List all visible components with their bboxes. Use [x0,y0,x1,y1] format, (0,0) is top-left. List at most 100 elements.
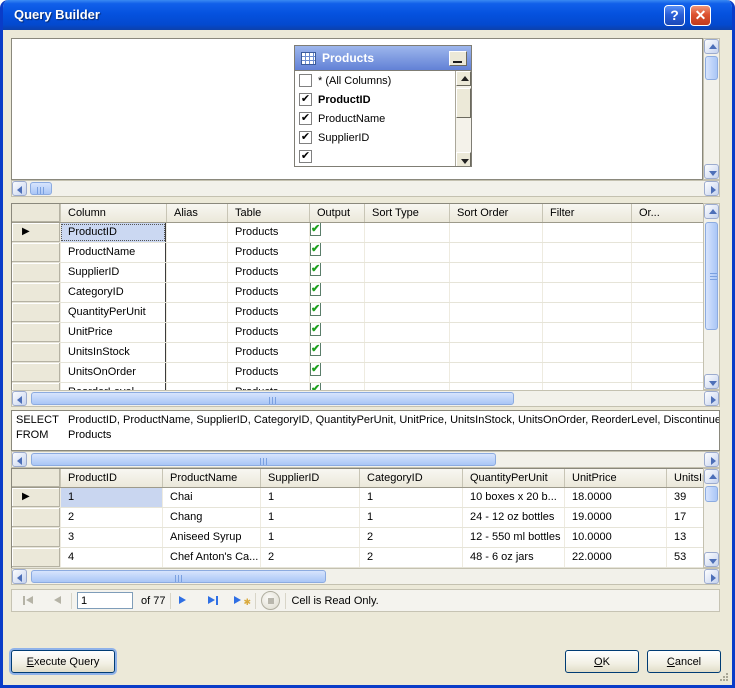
cell-table[interactable]: Products [227,243,309,262]
output-checkbox[interactable]: ✔ [310,223,321,236]
scroll-right-icon[interactable] [704,452,719,467]
cell-column[interactable]: UnitsInStock [60,343,166,362]
alias-header[interactable]: Alias [166,204,227,222]
results-vertical-scrollbar[interactable] [703,468,720,568]
cell[interactable]: 18.0000 [564,488,666,507]
output-checkbox[interactable]: ✔ [310,243,321,256]
column-header[interactable]: Column [60,204,166,222]
cell[interactable]: 1 [260,528,359,547]
row-selector[interactable] [12,363,60,382]
cell-filter[interactable] [542,343,631,362]
output-checkbox[interactable]: ✔ [310,363,321,376]
filter-header[interactable]: Filter [542,204,631,222]
cell[interactable]: 1 [359,488,462,507]
cell[interactable]: 19.0000 [564,508,666,527]
field-row-productname[interactable]: ✔ ProductName [295,109,471,128]
field-row-productid[interactable]: ✔ ProductID [295,90,471,109]
scroll-down-icon[interactable] [704,164,719,179]
sql-horizontal-scrollbar[interactable] [11,451,720,468]
cell-output[interactable]: ✔ [309,263,364,282]
cell[interactable]: 1 [60,488,162,507]
cell-output[interactable]: ✔ [309,303,364,322]
cell-filter[interactable] [542,303,631,322]
grid-row[interactable]: CategoryID Products ✔ [12,283,719,303]
cell-sort-type[interactable] [364,343,449,362]
checkbox-productid[interactable]: ✔ [299,93,312,106]
cell[interactable]: 22.0000 [564,548,666,567]
cell-alias[interactable] [166,343,227,362]
productid-header[interactable]: ProductID [60,469,162,487]
cell-filter[interactable] [542,263,631,282]
cell-sort-order[interactable] [449,223,542,242]
move-next-button[interactable] [176,593,192,609]
scroll-left-icon[interactable] [12,569,27,584]
checkbox-supplierid[interactable]: ✔ [299,131,312,144]
diagram-pane[interactable]: Products * (All Columns) ✔ ProductID ✔ P… [11,38,703,180]
scroll-up-icon[interactable] [704,469,719,484]
cell-alias[interactable] [166,363,227,382]
sql-pane[interactable]: SELECT ProductID, ProductName, SupplierI… [11,410,720,451]
checkbox-categoryid[interactable]: ✔ [299,150,312,163]
cell[interactable]: 1 [260,508,359,527]
cell-column[interactable]: ProductName [60,243,166,262]
cancel-query-button[interactable] [261,591,280,610]
row-selector[interactable] [12,243,60,262]
grid-horizontal-scrollbar[interactable] [11,390,720,407]
output-checkbox[interactable]: ✔ [310,343,321,356]
scrollbar-thumb[interactable] [31,392,514,405]
cell[interactable]: 12 - 550 ml bottles [462,528,564,547]
cell[interactable]: 1 [260,488,359,507]
scrollbar-thumb[interactable] [456,88,471,118]
cell-column[interactable]: UnitPrice [60,323,166,342]
grid-vertical-scrollbar[interactable] [703,203,720,390]
cell-sort-type[interactable] [364,263,449,282]
categoryid-header[interactable]: CategoryID [359,469,462,487]
scroll-down-icon[interactable] [704,374,719,389]
row-selector[interactable]: ▶ [12,488,60,507]
cell-column[interactable]: UnitsOnOrder [60,363,166,382]
execute-query-button[interactable]: Execute Query [11,650,115,673]
cell[interactable]: 3 [60,528,162,547]
record-position-input[interactable] [77,592,133,609]
cell-column[interactable]: SupplierID [60,263,166,282]
row-selector[interactable] [12,303,60,322]
cell[interactable]: Chang [162,508,260,527]
scroll-left-icon[interactable] [12,181,27,196]
cell-column[interactable]: ProductID [60,223,166,242]
output-checkbox[interactable]: ✔ [310,283,321,296]
scroll-right-icon[interactable] [704,569,719,584]
scrollbar-thumb[interactable] [31,453,496,466]
cell-sort-order[interactable] [449,243,542,262]
cell-sort-order[interactable] [449,283,542,302]
productname-header[interactable]: ProductName [162,469,260,487]
cell[interactable]: 10.0000 [564,528,666,547]
scrollbar-thumb[interactable] [31,570,326,583]
cell[interactable]: 4 [60,548,162,567]
scroll-up-icon[interactable] [456,71,471,86]
results-horizontal-scrollbar[interactable] [11,568,720,585]
diagram-vertical-scrollbar[interactable] [703,38,720,180]
cell-filter[interactable] [542,363,631,382]
cell-output[interactable]: ✔ [309,323,364,342]
cell-alias[interactable] [166,223,227,242]
help-button[interactable]: ? [664,5,685,26]
scroll-up-icon[interactable] [704,39,719,54]
grid-row[interactable]: SupplierID Products ✔ [12,263,719,283]
checkbox-all-columns[interactable] [299,74,312,87]
result-row[interactable]: 4 Chef Anton's Ca... 2 2 48 - 6 oz jars … [12,548,719,568]
cell-sort-order[interactable] [449,343,542,362]
scrollbar-thumb[interactable] [705,222,718,330]
table-window-scrollbar[interactable] [455,71,471,166]
grid-row[interactable]: QuantityPerUnit Products ✔ [12,303,719,323]
quantityperunit-header[interactable]: QuantityPerUnit [462,469,564,487]
cell-table[interactable]: Products [227,223,309,242]
cell-sort-type[interactable] [364,363,449,382]
cell-sort-order[interactable] [449,303,542,322]
scroll-down-icon[interactable] [704,552,719,567]
scrollbar-thumb[interactable] [30,182,52,195]
cell-alias[interactable] [166,263,227,282]
cell-sort-type[interactable] [364,283,449,302]
field-row-all-columns[interactable]: * (All Columns) [295,71,471,90]
table-header[interactable]: Table [227,204,309,222]
grid-row[interactable]: UnitPrice Products ✔ [12,323,719,343]
